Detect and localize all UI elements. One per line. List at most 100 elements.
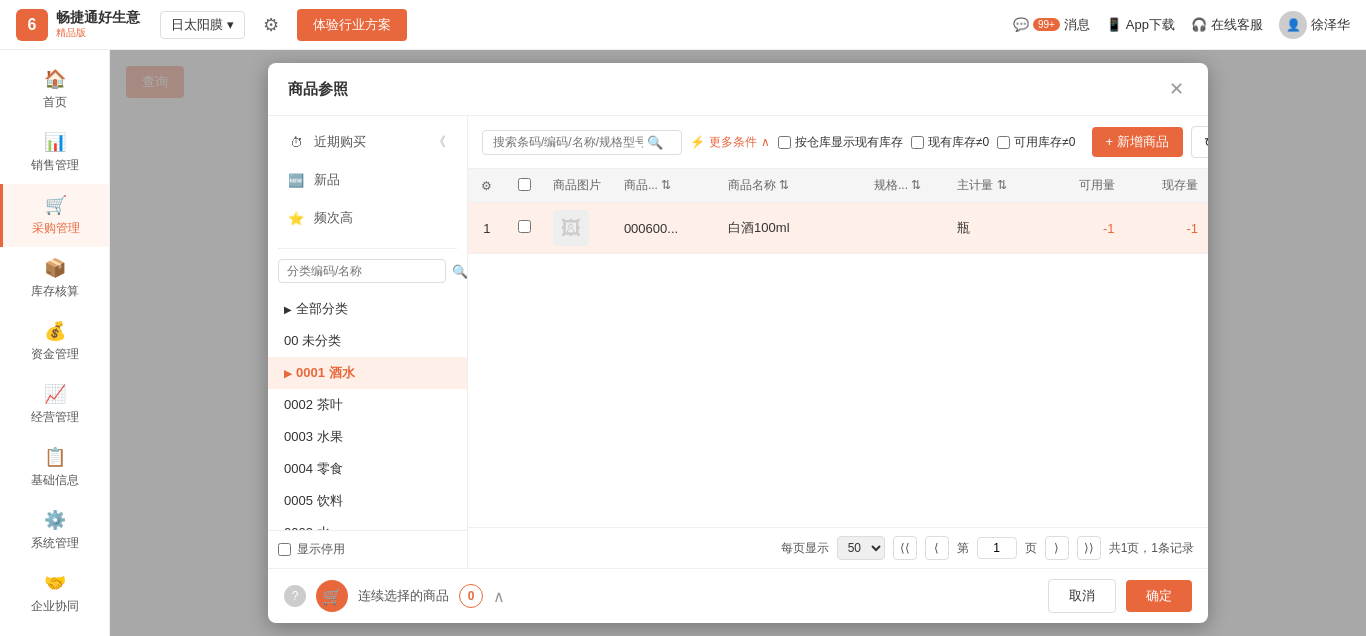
category-item-all[interactable]: ▶ 全部分类 bbox=[268, 293, 467, 325]
page-number-input[interactable] bbox=[977, 537, 1017, 559]
sidebar: 🏠 首页 📊 销售管理 🛒 采购管理 📦 库存核算 💰 资金管理 📈 经营管理 … bbox=[0, 50, 110, 636]
filter-bar: 🔍 ⚡ 更多条件 ∧ 按仓库显示现有库存 bbox=[468, 116, 1208, 169]
settings-col-icon[interactable]: ⚙ bbox=[481, 179, 492, 193]
category-item-1[interactable]: ▶ 0001 酒水 bbox=[268, 357, 467, 389]
confirm-button[interactable]: 确定 bbox=[1126, 580, 1192, 612]
finance-icon: 💰 bbox=[44, 320, 66, 342]
help-button[interactable]: ? bbox=[284, 585, 306, 607]
modal-right-panel: 🔍 ⚡ 更多条件 ∧ 按仓库显示现有库存 bbox=[468, 116, 1208, 568]
category-list: ▶ 全部分类 00 未分类 ▶ 0001 酒水 0002 茶 bbox=[268, 289, 467, 530]
sidebar-item-system[interactable]: ⚙️ 系统管理 bbox=[0, 499, 109, 562]
new-icon: 🆕 bbox=[286, 170, 306, 190]
th-code[interactable]: 商品... ⇅ bbox=[614, 169, 718, 203]
filter-check-1: 按仓库显示现有库存 bbox=[778, 134, 903, 151]
enterprise-icon: 🤝 bbox=[44, 572, 66, 594]
sort-icon: ⇅ bbox=[911, 178, 921, 192]
sidebar-item-home[interactable]: 🏠 首页 bbox=[0, 58, 109, 121]
row-code: 000600... bbox=[614, 203, 718, 254]
table-row[interactable]: 1 🖼 00 bbox=[468, 203, 1208, 254]
sidebar-item-finance[interactable]: 💰 资金管理 bbox=[0, 310, 109, 373]
try-industry-button[interactable]: 体验行业方案 bbox=[297, 9, 407, 41]
logo-icon: 6 bbox=[16, 9, 48, 41]
sidebar-item-business[interactable]: 📈 经营管理 bbox=[0, 373, 109, 436]
category-item-6[interactable]: 0008 水 bbox=[268, 517, 467, 530]
home-icon: 🏠 bbox=[44, 68, 66, 90]
row-available: -1 bbox=[1020, 203, 1124, 254]
filter-icon: ⚡ bbox=[690, 135, 705, 149]
modal-body: ⏱ 近期购买 《 🆕 新品 ⭐ 频次高 bbox=[268, 116, 1208, 568]
category-item-2[interactable]: 0002 茶叶 bbox=[268, 389, 467, 421]
sidebar-item-basic-info[interactable]: 📋 基础信息 bbox=[0, 436, 109, 499]
warehouse-stock-checkbox[interactable] bbox=[778, 136, 791, 149]
page-first-btn[interactable]: ⟨⟨ bbox=[893, 536, 917, 560]
current-stock-checkbox[interactable] bbox=[911, 136, 924, 149]
top-nav: 6 畅捷通好生意 精品版 日太阳膜 ▾ ⚙ 体验行业方案 💬 99+ 消息 📱 … bbox=[0, 0, 1366, 50]
search-submit-icon[interactable]: 🔍 bbox=[647, 135, 663, 150]
product-reference-modal: 商品参照 ✕ ⏱ 近期购买 《 🆕 bbox=[268, 63, 1208, 623]
user-profile[interactable]: 👤 徐泽华 bbox=[1279, 11, 1350, 39]
page-next-btn[interactable]: ⟩ bbox=[1045, 536, 1069, 560]
modal-title: 商品参照 bbox=[288, 80, 348, 99]
warehouse-selector[interactable]: 日太阳膜 ▾ bbox=[160, 11, 245, 39]
collapse-left-btn[interactable]: 《 bbox=[429, 132, 449, 152]
category-item-3[interactable]: 0003 水果 bbox=[268, 421, 467, 453]
sidebar-item-sales[interactable]: 📊 销售管理 bbox=[0, 121, 109, 184]
collapse-footer-icon[interactable]: ∧ bbox=[493, 587, 505, 606]
left-tabs: ⏱ 近期购买 《 🆕 新品 ⭐ 频次高 bbox=[268, 116, 467, 244]
product-thumbnail: 🖼 bbox=[553, 210, 589, 246]
layout: 🏠 首页 📊 销售管理 🛒 采购管理 📦 库存核算 💰 资金管理 📈 经营管理 … bbox=[0, 50, 1366, 636]
filter-check-2: 现有库存≠0 bbox=[911, 134, 989, 151]
category-item-0[interactable]: 00 未分类 bbox=[268, 325, 467, 357]
avatar: 👤 bbox=[1279, 11, 1307, 39]
cart-button[interactable]: 🛒 bbox=[316, 580, 348, 612]
tab-high-freq[interactable]: ⭐ 频次高 bbox=[278, 202, 457, 234]
star-icon: ⭐ bbox=[286, 208, 306, 228]
message-item[interactable]: 💬 99+ 消息 bbox=[1013, 16, 1090, 34]
app-download-item[interactable]: 📱 App下载 bbox=[1106, 16, 1175, 34]
modal-left-panel: ⏱ 近期购买 《 🆕 新品 ⭐ 频次高 bbox=[268, 116, 468, 568]
th-unit[interactable]: 主计量 ⇅ bbox=[947, 169, 1020, 203]
product-table: ⚙ 商品图片 bbox=[468, 169, 1208, 254]
th-spec[interactable]: 规格... ⇅ bbox=[864, 169, 947, 203]
sidebar-item-enterprise[interactable]: 🤝 企业协同 bbox=[0, 562, 109, 625]
product-search-input[interactable] bbox=[493, 135, 643, 149]
sidebar-item-purchase[interactable]: 🛒 采购管理 bbox=[0, 184, 109, 247]
row-check bbox=[506, 203, 544, 254]
th-available: 可用量 bbox=[1020, 169, 1124, 203]
row-checkbox[interactable] bbox=[518, 220, 531, 233]
page-prev-btn[interactable]: ⟨ bbox=[925, 536, 949, 560]
sort-icon: ⇅ bbox=[661, 178, 671, 192]
online-service-item[interactable]: 🎧 在线客服 bbox=[1191, 16, 1263, 34]
available-stock-checkbox[interactable] bbox=[997, 136, 1010, 149]
settings-icon[interactable]: ⚙ bbox=[255, 9, 287, 41]
filter-more-conditions[interactable]: ⚡ 更多条件 ∧ bbox=[690, 134, 770, 151]
tab-recent-purchase[interactable]: ⏱ 近期购买 《 bbox=[278, 126, 457, 158]
nav-right: 💬 99+ 消息 📱 App下载 🎧 在线客服 👤 徐泽华 bbox=[1013, 11, 1350, 39]
row-image: 🖼 bbox=[543, 203, 614, 254]
cancel-button[interactable]: 取消 bbox=[1048, 579, 1116, 613]
modal-overlay: 商品参照 ✕ ⏱ 近期购买 《 🆕 bbox=[110, 50, 1366, 636]
search-icon[interactable]: 🔍 bbox=[452, 264, 468, 279]
row-name: 白酒100ml bbox=[718, 203, 864, 254]
row-stock: -1 bbox=[1125, 203, 1208, 254]
show-disabled-checkbox[interactable] bbox=[278, 543, 291, 556]
show-disabled-row: 显示停用 bbox=[268, 530, 467, 568]
category-item-5[interactable]: 0005 饮料 bbox=[268, 485, 467, 517]
th-name[interactable]: 商品名称 ⇅ bbox=[718, 169, 864, 203]
cart-count-badge: 0 bbox=[459, 584, 483, 608]
page-last-btn[interactable]: ⟩⟩ bbox=[1077, 536, 1101, 560]
select-all-checkbox[interactable] bbox=[518, 178, 531, 191]
tab-new-product[interactable]: 🆕 新品 bbox=[278, 164, 457, 196]
sidebar-item-guide[interactable]: 🎯 新手引导 bbox=[0, 625, 109, 636]
close-button[interactable]: ✕ bbox=[1164, 77, 1188, 101]
add-product-button[interactable]: + 新增商品 bbox=[1092, 127, 1183, 157]
filter-check-3: 可用库存≠0 bbox=[997, 134, 1075, 151]
category-item-4[interactable]: 0004 零食 bbox=[268, 453, 467, 485]
inventory-icon: 📦 bbox=[44, 257, 66, 279]
per-page-select[interactable]: 50 bbox=[837, 536, 885, 560]
divider bbox=[278, 248, 457, 249]
th-image: 商品图片 bbox=[543, 169, 614, 203]
sidebar-item-inventory[interactable]: 📦 库存核算 bbox=[0, 247, 109, 310]
category-search-input[interactable] bbox=[278, 259, 446, 283]
refresh-button[interactable]: ↻ 刷新 bbox=[1191, 126, 1208, 158]
